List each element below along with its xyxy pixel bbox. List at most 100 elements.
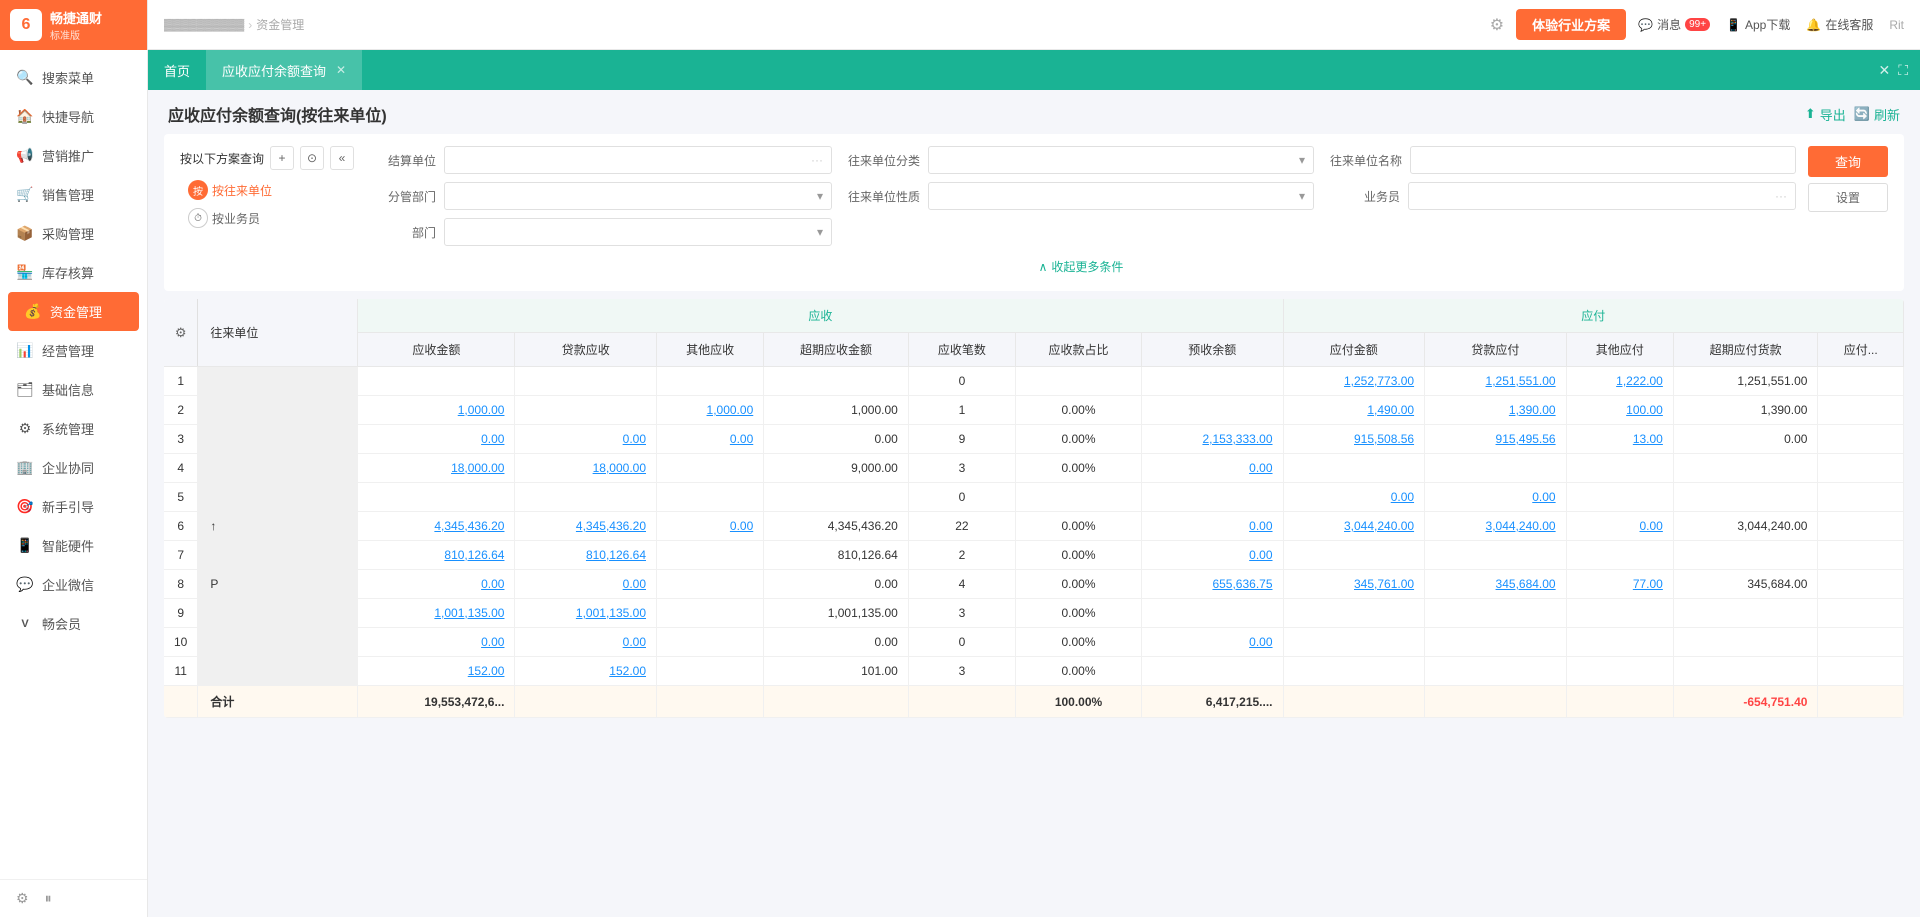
department-chevron-icon: ▾ (817, 189, 823, 203)
sidebar-item-quick[interactable]: 🏠 快捷导航 (0, 97, 147, 136)
app-download-button[interactable]: 📱 App下载 (1726, 16, 1790, 33)
row-ar-other: 0.00 (657, 512, 764, 541)
table-row: 7 810,126.64 810,126.64 810,126.64 2 0.0… (164, 541, 1904, 570)
export-icon: ⬆ (1805, 106, 1816, 122)
row-ap-loan: 0.00 (1425, 483, 1567, 512)
row-ap-other: 13.00 (1566, 425, 1673, 454)
th-ar-amount: 应收金额 (358, 333, 515, 367)
row-num: 6 (164, 512, 198, 541)
sidebar-item-sales[interactable]: 🛒 销售管理 (0, 175, 147, 214)
row-ap-overdue: 0.00 (1673, 425, 1818, 454)
row-ar-loan (515, 367, 657, 396)
add-scheme-button[interactable]: + (270, 146, 294, 170)
tab-fullscreen-button[interactable]: ⛶ (1898, 62, 1908, 79)
table-row: 2 1,000.00 1,000.00 1,000.00 1 0.00% 1,4… (164, 396, 1904, 425)
sidebar-item-member[interactable]: V 畅会员 (0, 604, 147, 643)
sidebar-item-system[interactable]: ⚙ 系统管理 (0, 409, 147, 448)
sidebar-footer: ⚙ ⏸ (0, 879, 147, 917)
sidebar-settings-button[interactable]: ⚙ (16, 890, 29, 907)
refresh-icon: 🔄 (1854, 106, 1870, 122)
filter-salesperson: 业务员 ··· (1330, 182, 1796, 210)
sidebar-item-business[interactable]: 📊 经营管理 (0, 331, 147, 370)
settings-button[interactable]: 设置 (1808, 183, 1888, 212)
row-num: 1 (164, 367, 198, 396)
table-total-row: 合计 19,553,472,6... 100.00% 6,417,215....… (164, 686, 1904, 718)
online-service-button[interactable]: 🔔 在线客服 (1806, 16, 1873, 33)
sidebar-item-inventory[interactable]: 🏪 库存核算 (0, 253, 147, 292)
sidebar-item-hardware[interactable]: 📱 智能硬件 (0, 526, 147, 565)
sidebar-item-basic[interactable]: 🗂 基础信息 (0, 370, 147, 409)
row-ar-count: 2 (908, 541, 1015, 570)
tab-home[interactable]: 首页 (148, 50, 206, 90)
refresh-button[interactable]: 🔄 刷新 (1854, 105, 1900, 124)
sidebar-item-search[interactable]: 🔍 搜索菜单 (0, 58, 147, 97)
query-button[interactable]: 查询 (1808, 146, 1888, 177)
company-name-input[interactable] (1410, 146, 1796, 174)
row-ar-ratio (1016, 367, 1142, 396)
row-ar-overdue: 0.00 (764, 628, 909, 657)
row-ap-loan (1425, 628, 1567, 657)
settlement-unit-label: 结算单位 (366, 152, 436, 169)
settings-icon[interactable]: ⚙ (1490, 15, 1504, 35)
messages-button[interactable]: 💬 消息 99+ (1638, 16, 1710, 33)
row-num: 11 (164, 657, 198, 686)
sidebar-item-purchase[interactable]: 📦 采购管理 (0, 214, 147, 253)
sidebar-item-wechat[interactable]: 💬 企业微信 (0, 565, 147, 604)
sidebar-item-guide[interactable]: 🎯 新手引导 (0, 487, 147, 526)
sidebar-item-finance[interactable]: 💰 资金管理 (8, 292, 139, 331)
sidebar-item-label: 快捷导航 (42, 107, 94, 126)
settlement-unit-input[interactable]: ··· (444, 146, 832, 174)
sidebar-item-label: 营销推广 (42, 146, 94, 165)
salesperson-input[interactable]: ··· (1408, 182, 1796, 210)
total-ap-more (1818, 686, 1904, 718)
solution-button[interactable]: 体验行业方案 (1516, 9, 1626, 40)
company-nature-input[interactable]: ▾ (928, 182, 1314, 210)
enterprise-icon: 🏢 (16, 459, 34, 476)
tab-close-icon[interactable]: ✕ (336, 63, 346, 77)
sidebar-item-marketing[interactable]: 📢 营销推广 (0, 136, 147, 175)
th-ar-prepay: 预收余额 (1141, 333, 1283, 367)
row-ar-prepay (1141, 367, 1283, 396)
row-ar-overdue: 1,001,135.00 (764, 599, 909, 628)
row-company: P (198, 570, 358, 599)
row-ap-more (1818, 657, 1904, 686)
th-company: 往来单位 (198, 299, 358, 367)
row-ap-overdue: 1,390.00 (1673, 396, 1818, 425)
scheme-salesperson-label: 按业务员 (212, 210, 260, 227)
row-ar-loan: 0.00 (515, 628, 657, 657)
company-category-input[interactable]: ▾ (928, 146, 1314, 174)
edit-scheme-button[interactable]: ⊙ (300, 146, 324, 170)
row-num: 7 (164, 541, 198, 570)
page-actions: ⬆ 导出 🔄 刷新 (1805, 105, 1900, 124)
row-ar-prepay: 0.00 (1141, 454, 1283, 483)
row-ar-amount: 18,000.00 (358, 454, 515, 483)
app-edition: 标准版 (50, 27, 102, 42)
filter-company-category: 往来单位分类 ▾ (848, 146, 1314, 174)
table-settings-icon[interactable]: ⚙ (175, 325, 187, 340)
tab-close-button[interactable]: ✕ (1878, 62, 1890, 79)
sidebar-collapse-button[interactable]: ⏸ (45, 890, 52, 907)
scheme-by-salesperson[interactable]: ⏱ 按业务员 (180, 204, 354, 232)
row-ap-loan (1425, 454, 1567, 483)
collapse-scheme-button[interactable]: « (330, 146, 354, 170)
row-ar-count: 4 (908, 570, 1015, 599)
basic-icon: 🗂 (16, 381, 34, 398)
sidebar-item-enterprise[interactable]: 🏢 企业协同 (0, 448, 147, 487)
tab-receivable[interactable]: 应收应付余额查询 ✕ (206, 50, 362, 90)
row-ar-ratio: 0.00% (1016, 628, 1142, 657)
row-ar-amount: 1,000.00 (358, 396, 515, 425)
export-button[interactable]: ⬆ 导出 (1805, 105, 1846, 124)
row-ar-loan: 152.00 (515, 657, 657, 686)
scheme-by-company[interactable]: 按 按往来单位 (180, 176, 354, 204)
collapse-more-conditions-button[interactable]: ∧ 收起更多条件 (366, 254, 1796, 279)
sidebar-item-label: 经营管理 (42, 341, 94, 360)
row-ar-prepay: 655,636.75 (1141, 570, 1283, 599)
hardware-icon: 📱 (16, 537, 34, 554)
dept-input[interactable]: ▾ (444, 218, 832, 246)
department-input[interactable]: ▾ (444, 182, 832, 210)
row-ar-count: 9 (908, 425, 1015, 454)
collapse-icon: ∧ (1039, 260, 1048, 274)
row-ap-loan: 915,495.56 (1425, 425, 1567, 454)
row-ap-other (1566, 541, 1673, 570)
row-ap-more (1818, 599, 1904, 628)
